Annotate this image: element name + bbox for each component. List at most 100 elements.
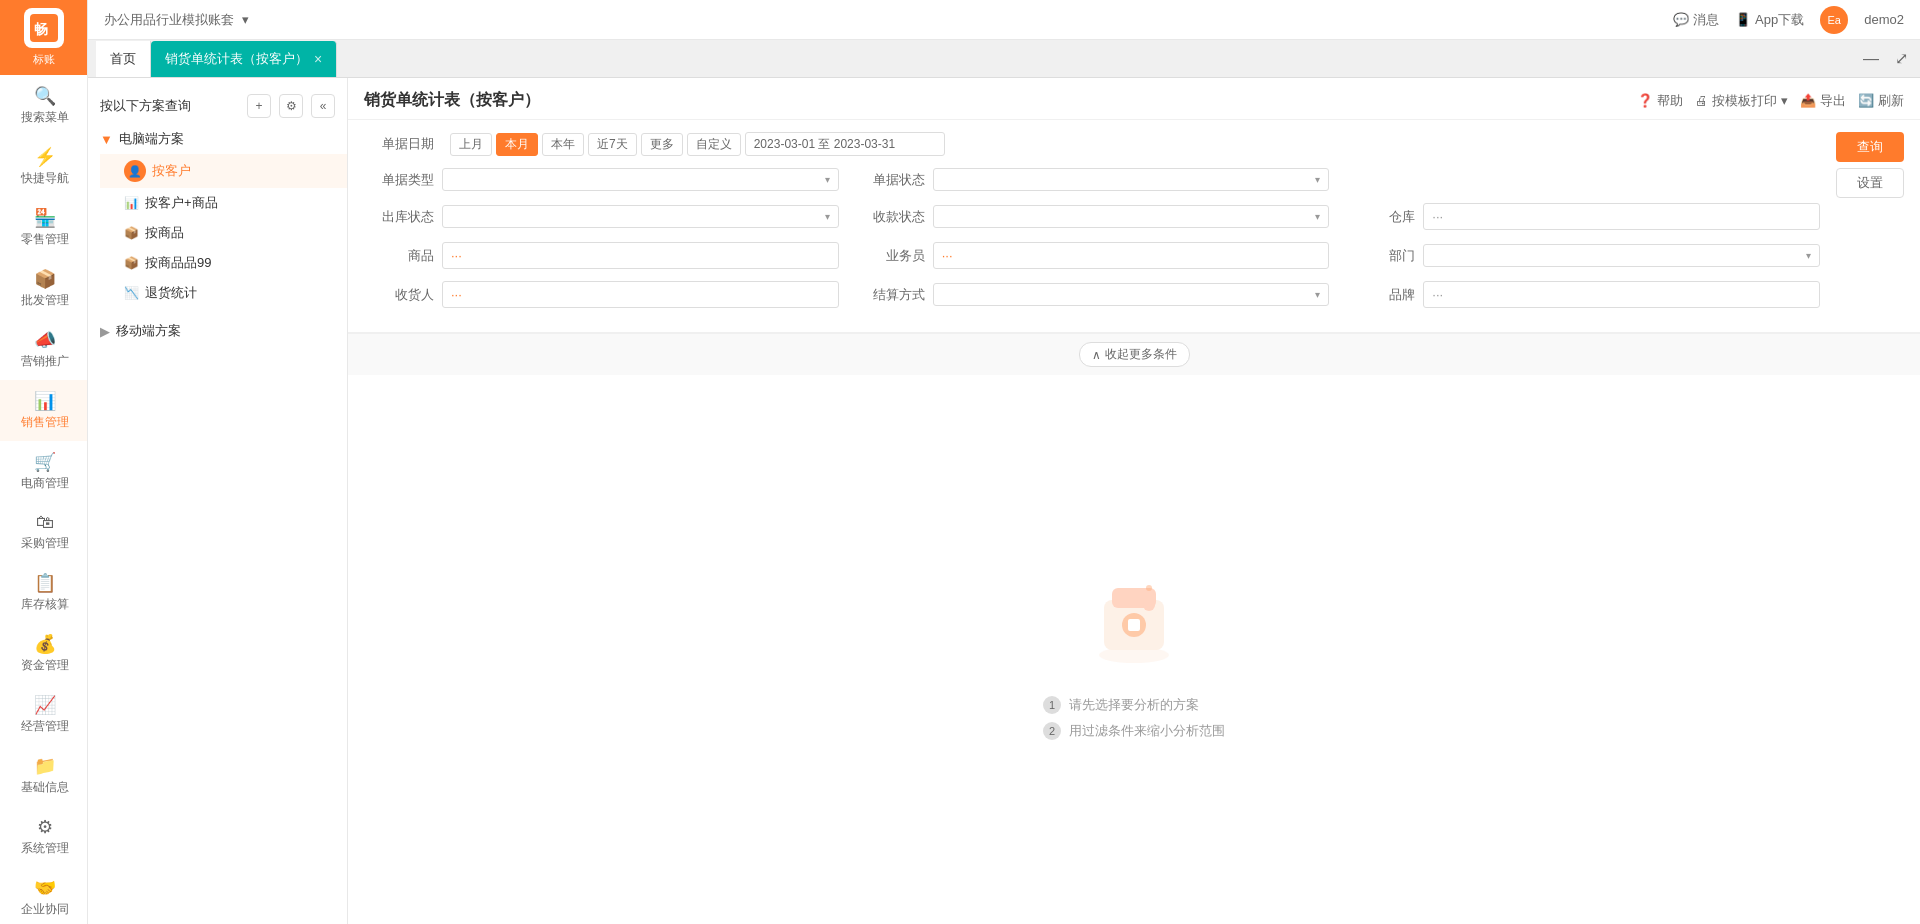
department-select[interactable]: ▾ — [1423, 244, 1820, 267]
order-status-select[interactable]: ▾ — [933, 168, 1330, 191]
sidebar-item-system[interactable]: ⚙ 系统管理 — [0, 806, 87, 867]
tab-sales-report-label: 销货单统计表（按客户） — [165, 50, 308, 68]
empty-state: 1 请先选择要分析的方案 2 用过滤条件来缩小分析范围 — [348, 375, 1920, 924]
message-button[interactable]: 💬 消息 — [1673, 11, 1719, 29]
payment-status-select[interactable]: ▾ — [933, 205, 1330, 228]
settlement-label: 结算方式 — [855, 286, 925, 304]
pc-section[interactable]: ▼ 电脑端方案 — [88, 124, 347, 154]
scheme-goods-99-label: 按商品品99 — [145, 254, 211, 272]
scheme-return-stat[interactable]: 📉 退货统计 — [100, 278, 347, 308]
sidebar-item-marketing-label: 营销推广 — [21, 353, 69, 370]
export-icon: 📤 — [1800, 93, 1816, 108]
date-last-month-btn[interactable]: 上月 — [450, 133, 492, 156]
sidebar-item-wholesale-label: 批发管理 — [21, 292, 69, 309]
sidebar-item-operations-label: 经营管理 — [21, 718, 69, 735]
refresh-label: 刷新 — [1878, 92, 1904, 110]
order-type-select[interactable]: ▾ — [442, 168, 839, 191]
tab-home[interactable]: 首页 — [96, 41, 151, 77]
date-custom-btn[interactable]: 自定义 — [687, 133, 741, 156]
sidebar-item-shortcut[interactable]: ⚡ 快捷导航 — [0, 136, 87, 197]
export-button[interactable]: 📤 导出 — [1800, 92, 1846, 110]
sidebar-item-purchase[interactable]: 🛍 采购管理 — [0, 502, 87, 562]
recipient-select[interactable]: ··· — [442, 281, 839, 308]
print-button[interactable]: 🖨 按模板打印 ▾ — [1695, 92, 1788, 110]
scheme-customer-goods-label: 按客户+商品 — [145, 194, 218, 212]
sidebar-item-marketing[interactable]: 📣 营销推广 — [0, 319, 87, 380]
sidebar-item-finance[interactable]: 💰 资金管理 — [0, 623, 87, 684]
salesman-filter: 业务员 ··· — [855, 242, 1330, 269]
date-label: 单据日期 — [364, 135, 434, 153]
sidebar-item-search[interactable]: 🔍 搜索菜单 — [0, 75, 87, 136]
sidebar-item-retail[interactable]: 🏪 零售管理 — [0, 197, 87, 258]
industry-label: 办公用品行业模拟账套 — [104, 11, 234, 29]
collapse-up-icon: ∧ — [1092, 348, 1101, 362]
sidebar-item-inventory[interactable]: 📋 库存核算 — [0, 562, 87, 623]
sidebar-item-basic[interactable]: 📁 基础信息 — [0, 745, 87, 806]
add-scheme-button[interactable]: + — [247, 94, 271, 118]
enterprise-icon: 🤝 — [34, 877, 56, 899]
settlement-filter: 结算方式 ▾ — [855, 283, 1330, 306]
collapse-more-button[interactable]: ∧ 收起更多条件 — [1079, 342, 1190, 367]
print-arrow-icon: ▾ — [1781, 93, 1788, 108]
mobile-section[interactable]: ▶ 移动端方案 — [88, 316, 347, 346]
sidebar-menu: 🔍 搜索菜单 ⚡ 快捷导航 🏪 零售管理 📦 批发管理 📣 营销推广 📊 销售管… — [0, 75, 87, 924]
app-download-label: App下载 — [1755, 11, 1804, 29]
warehouse-select[interactable]: ··· — [1423, 203, 1820, 230]
message-icon: 💬 — [1673, 12, 1689, 27]
svg-rect-6 — [1128, 619, 1140, 631]
date-range-input[interactable] — [745, 132, 945, 156]
avatar[interactable]: Ea — [1820, 6, 1848, 34]
goods-filter: 商品 ··· — [364, 242, 839, 269]
scheme-by-goods[interactable]: 📦 按商品 — [100, 218, 347, 248]
message-label: 消息 — [1693, 11, 1719, 29]
collapse-panel-button[interactable]: « — [311, 94, 335, 118]
collapse-bar: ∧ 收起更多条件 — [348, 333, 1920, 375]
user-initials: Ea — [1828, 14, 1841, 26]
order-status-filter: 单据状态 ▾ — [855, 168, 1330, 191]
warehouse-value: ··· — [1432, 209, 1443, 224]
salesman-select[interactable]: ··· — [933, 242, 1330, 269]
sidebar-item-enterprise[interactable]: 🤝 企业协同 — [0, 867, 87, 924]
top-header: 办公用品行业模拟账套 ▾ 💬 消息 📱 App下载 Ea demo2 — [88, 0, 1920, 40]
recipient-filter: 收货人 ··· — [364, 281, 839, 308]
date-more-btn[interactable]: 更多 — [641, 133, 683, 156]
department-filter: 部门 ▾ — [1345, 244, 1820, 267]
settings-button[interactable]: 设置 — [1836, 168, 1904, 198]
industry-arrow-icon[interactable]: ▾ — [242, 12, 249, 27]
refresh-button[interactable]: 🔄 刷新 — [1858, 92, 1904, 110]
goods-select[interactable]: ··· — [442, 242, 839, 269]
app-download-button[interactable]: 📱 App下载 — [1735, 11, 1804, 29]
sidebar-item-ecommerce[interactable]: 🛒 电商管理 — [0, 441, 87, 502]
tab-minimize-button[interactable]: — — [1859, 46, 1883, 72]
tab-home-label: 首页 — [110, 50, 136, 68]
scheme-settings-button[interactable]: ⚙ — [279, 94, 303, 118]
goods-icon: 📦 — [124, 226, 139, 240]
help-icon: ❓ — [1637, 93, 1653, 108]
date-this-year-btn[interactable]: 本年 — [542, 133, 584, 156]
tab-close-icon[interactable]: × — [314, 51, 322, 67]
page-title-bar: 销货单统计表（按客户） ❓ 帮助 🖨 按模板打印 ▾ 📤 导出 — [348, 78, 1920, 120]
sidebar-item-wholesale[interactable]: 📦 批发管理 — [0, 258, 87, 319]
settlement-select[interactable]: ▾ — [933, 283, 1330, 306]
tab-sales-report[interactable]: 销货单统计表（按客户） × — [151, 41, 337, 77]
export-label: 导出 — [1820, 92, 1846, 110]
sidebar-item-sales[interactable]: 📊 销售管理 — [0, 380, 87, 441]
out-status-select[interactable]: ▾ — [442, 205, 839, 228]
sidebar-item-finance-label: 资金管理 — [21, 657, 69, 674]
scheme-goods-99[interactable]: 📦 按商品品99 — [100, 248, 347, 278]
mobile-section-label: 移动端方案 — [116, 322, 181, 340]
purchase-icon: 🛍 — [36, 512, 54, 533]
out-status-filter: 出库状态 ▾ — [364, 205, 839, 228]
help-button[interactable]: ❓ 帮助 — [1637, 92, 1683, 110]
date-this-month-btn[interactable]: 本月 — [496, 133, 538, 156]
goods-value: ··· — [451, 248, 462, 263]
query-button[interactable]: 查询 — [1836, 132, 1904, 162]
scheme-by-customer[interactable]: 👤 按客户 — [100, 154, 347, 188]
scheme-customer-goods[interactable]: 📊 按客户+商品 — [100, 188, 347, 218]
operations-icon: 📈 — [34, 694, 56, 716]
date-last-7-btn[interactable]: 近7天 — [588, 133, 637, 156]
tab-maximize-button[interactable]: ⤢ — [1891, 45, 1912, 72]
sidebar-logo[interactable]: 畅 标账 — [0, 0, 87, 75]
sidebar-item-operations[interactable]: 📈 经营管理 — [0, 684, 87, 745]
brand-select[interactable]: ··· — [1423, 281, 1820, 308]
